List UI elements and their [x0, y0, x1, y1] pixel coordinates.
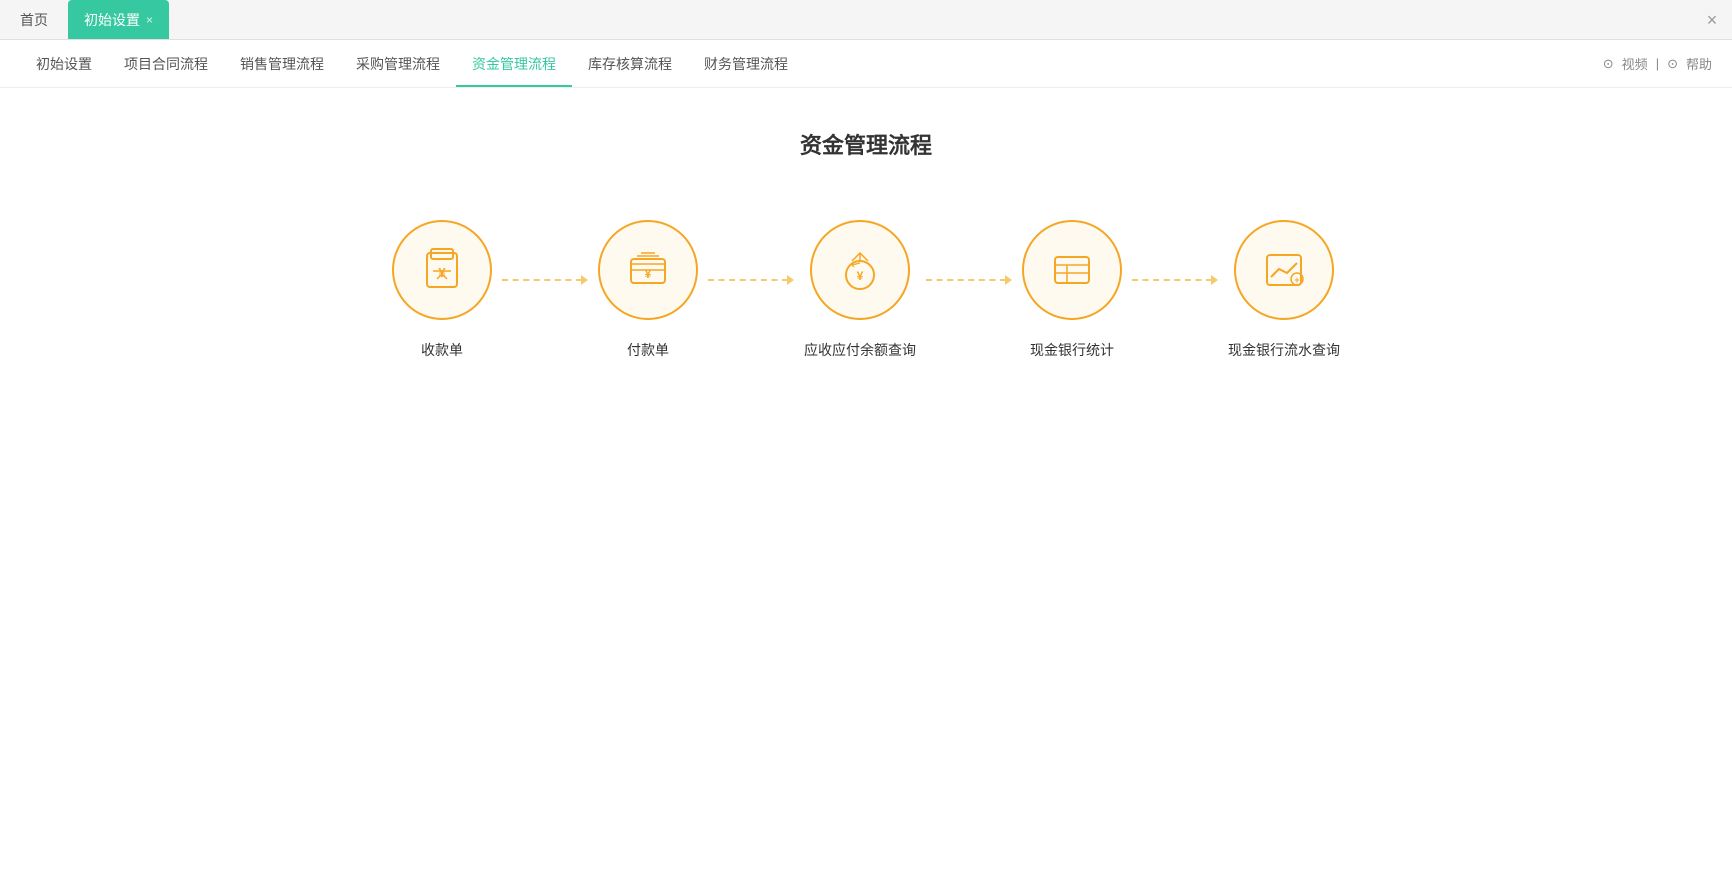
flow-label-cash-bank-flow: 现金银行流水查询	[1228, 340, 1340, 360]
home-label: 首页	[20, 10, 48, 30]
circle-icon-video: ⊙	[1603, 56, 1614, 72]
window-close-button[interactable]: ×	[1692, 0, 1732, 40]
svg-text:¥: ¥	[645, 267, 652, 281]
connector-2	[698, 275, 804, 285]
nav-item-purchase-mgmt[interactable]: 采购管理流程	[340, 40, 456, 87]
nav-divider: |	[1656, 56, 1659, 71]
flow-row: ¥ 收款单 ¥ 付款单	[392, 220, 1340, 360]
flow-label-payment: 付款单	[627, 340, 669, 360]
flow-item-receipt[interactable]: ¥ 收款单	[392, 220, 492, 360]
cash-bank-flow-icon: +	[1259, 245, 1309, 295]
connector-4	[1122, 275, 1228, 285]
tab-close-icon[interactable]: ×	[146, 13, 153, 27]
svg-text:¥: ¥	[857, 269, 864, 283]
active-tab[interactable]: 初始设置 ×	[68, 0, 169, 39]
circle-icon-help: ⊙	[1667, 56, 1678, 72]
flow-circle-payment: ¥	[598, 220, 698, 320]
nav-item-inventory[interactable]: 库存核算流程	[572, 40, 688, 87]
flow-label-receipt: 收款单	[421, 340, 463, 360]
cash-bank-stat-icon	[1047, 245, 1097, 295]
help-link[interactable]: 帮助	[1686, 54, 1712, 73]
nav-item-sales-mgmt[interactable]: 销售管理流程	[224, 40, 340, 87]
nav-item-finance-mgmt[interactable]: 财务管理流程	[688, 40, 804, 87]
flow-circle-balance-query: ¥	[810, 220, 910, 320]
page-title: 资金管理流程	[800, 128, 932, 160]
svg-text:+: +	[1294, 275, 1299, 285]
flow-item-cash-bank-flow[interactable]: + 现金银行流水查询	[1228, 220, 1340, 360]
active-tab-label: 初始设置	[84, 10, 140, 30]
balance-query-icon: ¥	[835, 245, 885, 295]
nav-right-area: ⊙ 视频 | ⊙ 帮助	[1603, 54, 1712, 73]
flow-item-payment[interactable]: ¥ 付款单	[598, 220, 698, 360]
flow-circle-receipt: ¥	[392, 220, 492, 320]
home-tab[interactable]: 首页	[0, 0, 68, 39]
flow-circle-cash-bank-stat	[1022, 220, 1122, 320]
nav-item-initial-setup[interactable]: 初始设置	[20, 40, 108, 87]
video-link[interactable]: 视频	[1622, 54, 1648, 73]
flow-item-balance-query[interactable]: ¥ 应收应付余额查询	[804, 220, 916, 360]
window-close-icon: ×	[1707, 10, 1718, 31]
flow-label-balance-query: 应收应付余额查询	[804, 340, 916, 360]
flow-circle-cash-bank-flow: +	[1234, 220, 1334, 320]
flow-label-cash-bank-stat: 现金银行统计	[1030, 340, 1114, 360]
payment-icon: ¥	[623, 245, 673, 295]
nav-item-project-contract[interactable]: 项目合同流程	[108, 40, 224, 87]
nav-item-capital-mgmt[interactable]: 资金管理流程	[456, 40, 572, 87]
receipt-icon: ¥	[417, 245, 467, 295]
nav-bar: 初始设置 项目合同流程 销售管理流程 采购管理流程 资金管理流程 库存核算流程 …	[0, 40, 1732, 88]
page-content: 资金管理流程 ¥ 收款单	[0, 88, 1732, 400]
flow-item-cash-bank-stat[interactable]: 现金银行统计	[1022, 220, 1122, 360]
connector-3	[916, 275, 1022, 285]
connector-1	[492, 275, 598, 285]
